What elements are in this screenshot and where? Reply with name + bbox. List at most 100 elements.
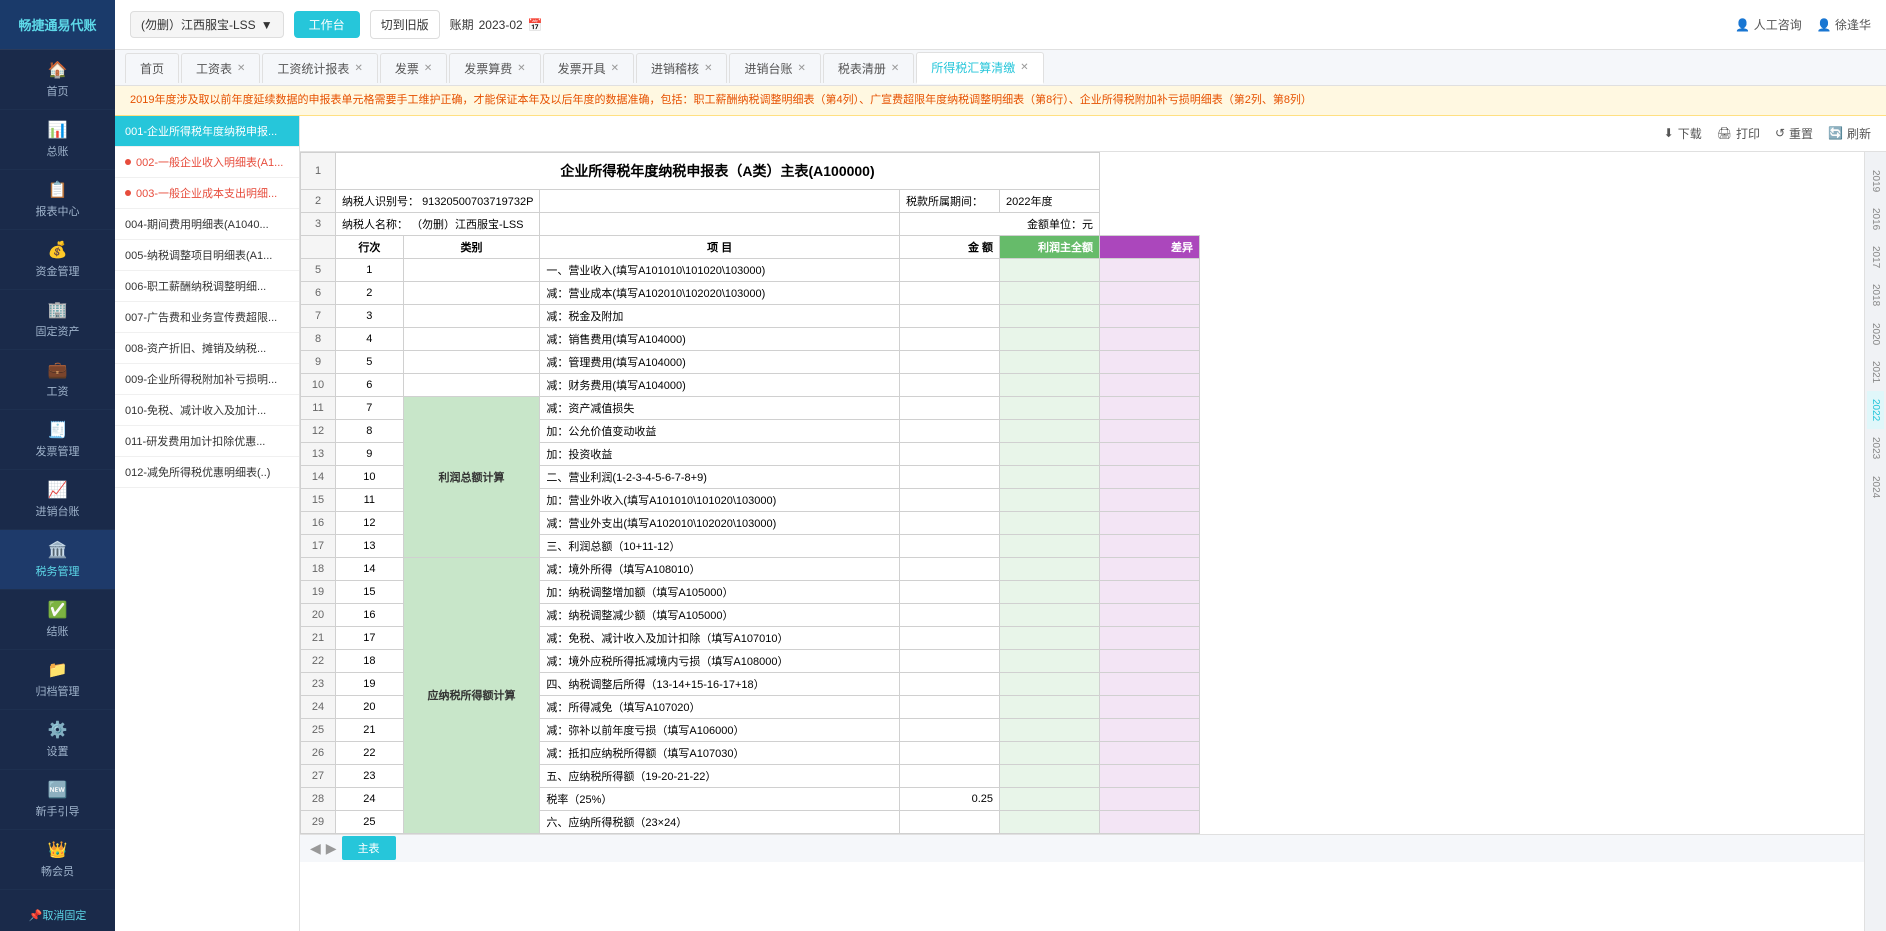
sidebar-item-tax[interactable]: 🏛️ 税务管理	[0, 530, 115, 590]
tab-salary-close[interactable]: ✕	[237, 63, 245, 74]
row-num-1: 1	[301, 152, 336, 189]
tab-salary-label: 工资表	[196, 60, 232, 77]
tab-purchase-audit[interactable]: 进销稽核 ✕	[636, 53, 727, 83]
refresh-icon: 🔄	[1828, 126, 1843, 140]
tab-invoice-close[interactable]: ✕	[424, 63, 432, 74]
period-label: 账期 2023-02 📅	[450, 16, 543, 33]
tree-item-011-label: 011-研发费用加计扣除优惠...	[125, 433, 265, 449]
sidebar-pin-button[interactable]: 📌取消固定	[0, 899, 115, 931]
tab-tax-list-close[interactable]: ✕	[891, 63, 899, 74]
sidebar-item-settle-label: 结账	[47, 623, 69, 639]
tab-salary-report[interactable]: 工资统计报表 ✕	[262, 53, 377, 83]
refresh-button[interactable]: 🔄 刷新	[1828, 125, 1871, 142]
year-2017[interactable]: 2017	[1867, 238, 1884, 276]
table-row: 18 14 应纳税所得额计算 减：境外所得（填写A108010）	[301, 557, 1200, 580]
header-right: 👤 人工咨询 👤 徐逢华	[1735, 16, 1871, 33]
switch-version-button[interactable]: 切到旧版	[370, 10, 440, 39]
service-button[interactable]: 👤 人工咨询	[1735, 16, 1801, 33]
table-row: 11 7 利润总额计算 减：资产减值损失	[301, 396, 1200, 419]
download-button[interactable]: ⬇ 下载	[1664, 125, 1702, 142]
table-row: 5 1 一、营业收入(填写A101010\101020\103000)	[301, 258, 1200, 281]
sidebar-item-member-label: 畅会员	[41, 863, 74, 879]
tab-home[interactable]: 首页	[125, 53, 179, 83]
tab-tax-list[interactable]: 税表清册 ✕	[823, 53, 914, 83]
col-header-row: 行次 类别 项 目 金 额 利润主全额 差异	[301, 235, 1200, 258]
tree-item-012[interactable]: 012-减免所得税优惠明细表(..)	[115, 457, 299, 488]
tab-income-tax[interactable]: 所得税汇算清缴 ✕	[916, 52, 1043, 84]
tab-income-tax-close[interactable]: ✕	[1020, 62, 1028, 73]
tree-item-008[interactable]: 008-资产折旧、摊销及纳税...	[115, 333, 299, 364]
sidebar-item-invoice[interactable]: 🧾 发票管理	[0, 410, 115, 470]
tree-item-010[interactable]: 010-免税、减计收入及加计...	[115, 395, 299, 426]
alert-bar: 2019年度涉及取以前年度延续数据的申报表单元格需要手工维护正确，才能保证本年及…	[115, 86, 1886, 116]
company-selector[interactable]: (勿删）江西服宝-LSS ▼	[130, 11, 284, 38]
tab-invoice-calc[interactable]: 发票算费 ✕	[449, 53, 540, 83]
tab-invoice-issue-close[interactable]: ✕	[611, 63, 619, 74]
tab-tax-list-label: 税表清册	[838, 60, 886, 77]
tree-item-006-label: 006-职工薪酬纳税调整明细...	[125, 278, 266, 294]
tab-purchase-ledger[interactable]: 进销台账 ✕	[729, 53, 820, 83]
sidebar-item-funds[interactable]: 💰 资金管理	[0, 230, 115, 290]
sidebar-item-tax-label: 税务管理	[36, 563, 80, 579]
tax-period-value: 2022年度	[1000, 189, 1100, 212]
tab-invoice-calc-close[interactable]: ✕	[517, 63, 525, 74]
sheet-nav-right[interactable]: ▶	[326, 840, 337, 857]
archive-icon: 📁	[48, 660, 68, 680]
spreadsheet-table: 1 企业所得税年度纳税申报表（A类）主表(A100000) 2 纳税人识别号： …	[300, 152, 1200, 834]
tab-invoice[interactable]: 发票 ✕	[380, 53, 447, 83]
tree-item-006[interactable]: 006-职工薪酬纳税调整明细...	[115, 271, 299, 302]
sidebar-item-settle[interactable]: ✅ 结账	[0, 590, 115, 650]
tab-salary[interactable]: 工资表 ✕	[181, 53, 260, 83]
period-value[interactable]: 2023-02	[479, 18, 523, 32]
sidebar-item-home[interactable]: 🏠 首页	[0, 50, 115, 110]
sidebar-item-reports[interactable]: 📋 报表中心	[0, 170, 115, 230]
table-row: 6 2 减：营业成本(填写A102010\102020\103000)	[301, 281, 1200, 304]
year-2024[interactable]: 2024	[1867, 468, 1884, 506]
right-panel: ⬇ 下载 🖨 打印 ↺ 重置 🔄 刷新	[300, 116, 1886, 931]
tax-id-value: 91320500703719732P	[422, 196, 533, 208]
tree-item-004[interactable]: 004-期间费用明细表(A1040...	[115, 209, 299, 240]
calendar-icon[interactable]: 📅	[528, 18, 543, 32]
tree-item-009[interactable]: 009-企业所得税附加补亏损明...	[115, 364, 299, 395]
table-row: 7 3 减：税金及附加	[301, 304, 1200, 327]
tab-salary-report-close[interactable]: ✕	[354, 63, 362, 74]
tree-item-002[interactable]: 002-一般企业收入明细表(A1...	[115, 147, 299, 178]
tree-item-001[interactable]: 001-企业所得税年度纳税申报...	[115, 116, 299, 147]
sidebar-item-guide[interactable]: 🆕 新手引导	[0, 770, 115, 830]
col-header-hang: 行次	[336, 235, 404, 258]
sheet-tab-main[interactable]: 主表	[342, 836, 396, 860]
content-area: 001-企业所得税年度纳税申报... 002-一般企业收入明细表(A1... 0…	[115, 116, 1886, 931]
tab-purchase-ledger-close[interactable]: ✕	[797, 63, 805, 74]
year-2022[interactable]: 2022	[1867, 391, 1884, 429]
sheet-tabs: ◀ ▶ 主表	[300, 834, 1864, 862]
cat-taxable-calc: 应纳税所得额计算	[403, 557, 540, 833]
year-2021[interactable]: 2021	[1867, 353, 1884, 391]
tab-invoice-issue[interactable]: 发票开具 ✕	[543, 53, 634, 83]
tree-item-005[interactable]: 005-纳税调整项目明细表(A1...	[115, 240, 299, 271]
print-button[interactable]: 🖨 打印	[1717, 125, 1760, 142]
sidebar-item-archive[interactable]: 📁 归档管理	[0, 650, 115, 710]
user-name[interactable]: 👤 徐逢华	[1817, 16, 1871, 33]
year-2023[interactable]: 2023	[1867, 429, 1884, 467]
year-2018[interactable]: 2018	[1867, 276, 1884, 314]
sidebar-item-salary[interactable]: 💼 工资	[0, 350, 115, 410]
year-2020[interactable]: 2020	[1867, 315, 1884, 353]
sheet-nav-left[interactable]: ◀	[310, 840, 321, 857]
tab-invoice-label: 发票	[395, 60, 419, 77]
tree-item-003[interactable]: 003-一般企业成本支出明细...	[115, 178, 299, 209]
tab-purchase-audit-close[interactable]: ✕	[704, 63, 712, 74]
tree-item-007[interactable]: 007-广告费和业务宣传费超限...	[115, 302, 299, 333]
reset-button[interactable]: ↺ 重置	[1775, 125, 1813, 142]
tree-item-001-label: 001-企业所得税年度纳税申报...	[125, 123, 277, 139]
sidebar-item-ledger[interactable]: 📊 总账	[0, 110, 115, 170]
year-2016[interactable]: 2016	[1867, 200, 1884, 238]
sidebar-item-assets[interactable]: 🏢 固定资产	[0, 290, 115, 350]
reports-icon: 📋	[48, 180, 68, 200]
year-2019[interactable]: 2019	[1867, 162, 1884, 200]
tree-item-011[interactable]: 011-研发费用加计扣除优惠...	[115, 426, 299, 457]
sidebar-item-sales[interactable]: 📈 进销台账	[0, 470, 115, 530]
reset-icon: ↺	[1775, 126, 1785, 140]
work-bench-button[interactable]: 工作台	[294, 11, 360, 38]
sidebar-item-member[interactable]: 👑 畅会员	[0, 830, 115, 890]
sidebar-item-settings[interactable]: ⚙️ 设置	[0, 710, 115, 770]
